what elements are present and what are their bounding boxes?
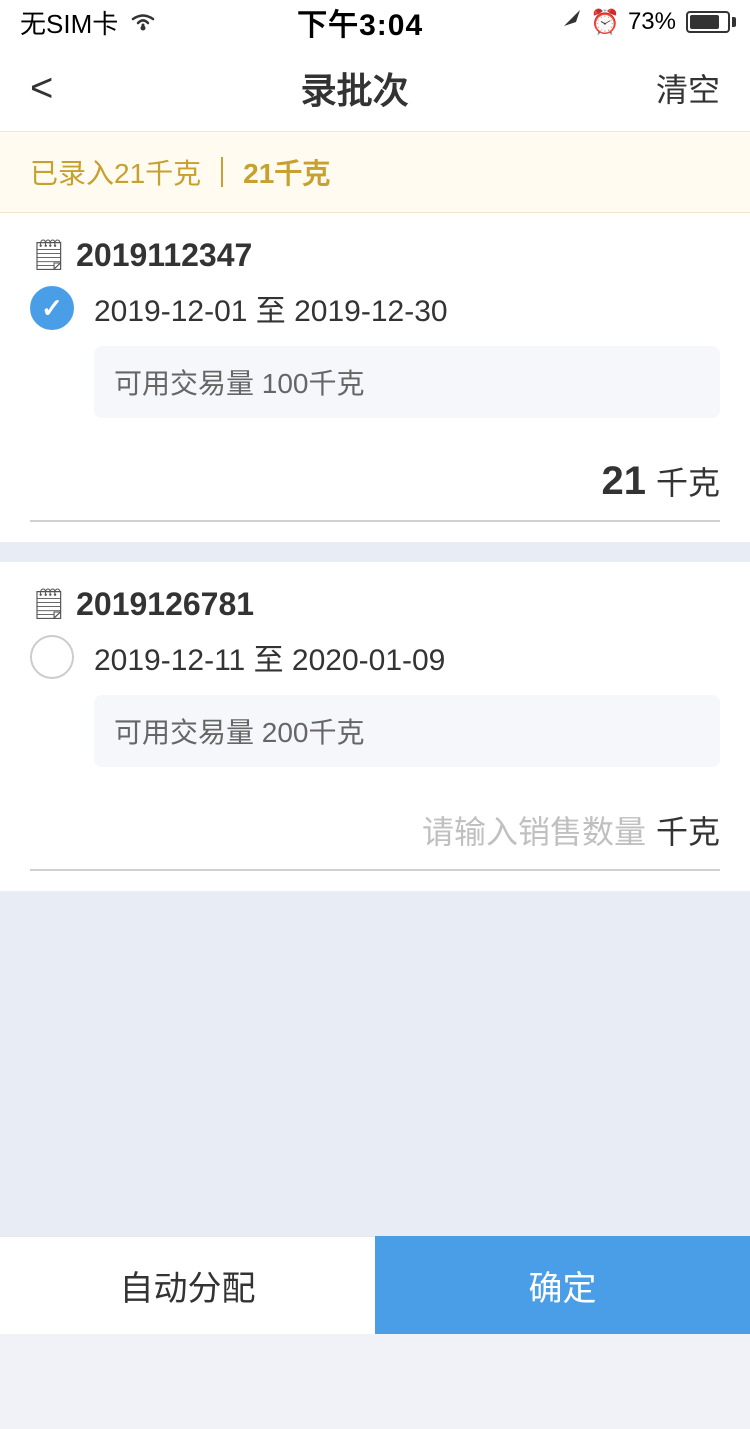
- recorded-value: 21千克: [243, 152, 330, 192]
- batch-date-row-2: 2019-12-11 至 2020-01-09: [30, 635, 720, 679]
- section-separator: [0, 542, 750, 562]
- batch-card-1: 🗒 2019112347 2019-12-01 至 2019-12-30 可用交…: [0, 213, 750, 542]
- nav-bar: < 录批次 清空: [0, 44, 750, 132]
- clear-button[interactable]: 清空: [656, 65, 720, 111]
- page-title: 录批次: [301, 62, 409, 114]
- input-placeholder-2: 请输入销售数量: [422, 807, 646, 853]
- battery-icon: [686, 11, 730, 33]
- batch-header-2: 🗒 2019126781: [30, 586, 720, 623]
- auto-distribute-button[interactable]: 自动分配: [0, 1236, 375, 1334]
- battery-percent: 73%: [628, 8, 676, 36]
- location-icon: [562, 8, 582, 37]
- batch-card-2: 🗒 2019126781 2019-12-11 至 2020-01-09 可用交…: [0, 562, 750, 891]
- confirm-button[interactable]: 确定: [375, 1236, 750, 1334]
- alarm-icon: ⏰: [590, 8, 620, 37]
- amount-unit-1: 千克: [656, 458, 720, 504]
- available-row-2: 可用交易量 200千克: [94, 695, 720, 767]
- bottom-bar: 自动分配 确定: [0, 1236, 750, 1334]
- status-time: 下午3:04: [297, 0, 423, 44]
- status-left: 无SIM卡: [20, 4, 158, 41]
- status-right: ⏰ 73%: [562, 8, 730, 37]
- status-bar: 无SIM卡 下午3:04 ⏰ 73%: [0, 0, 750, 44]
- batch-item-2[interactable]: 🗒 2019126781 2019-12-11 至 2020-01-09 可用交…: [0, 562, 750, 767]
- wifi-icon: [128, 7, 158, 38]
- batch-id-1: 2019112347: [76, 237, 252, 274]
- radio-2[interactable]: [30, 635, 74, 679]
- batch-date-1: 2019-12-01 至 2019-12-30: [94, 286, 448, 330]
- batch-header-1: 🗒 2019112347: [30, 237, 720, 274]
- batch-date-2: 2019-12-11 至 2020-01-09: [94, 635, 445, 679]
- radio-1[interactable]: [30, 286, 74, 330]
- amount-value-1: 21: [601, 459, 646, 504]
- batch-icon-1: 🗒: [30, 238, 68, 273]
- info-divider: [221, 157, 223, 187]
- bottom-spacer: [0, 1331, 750, 1429]
- available-row-1: 可用交易量 100千克: [94, 346, 720, 418]
- input-unit-2: 千克: [656, 807, 720, 853]
- recorded-label: 已录入21千克: [30, 152, 201, 192]
- batch-icon-2: 🗒: [30, 587, 68, 622]
- back-button[interactable]: <: [30, 68, 53, 108]
- batch-id-2: 2019126781: [76, 586, 254, 623]
- batch-date-row-1: 2019-12-01 至 2019-12-30: [30, 286, 720, 330]
- info-banner: 已录入21千克 21千克: [0, 132, 750, 213]
- carrier-text: 无SIM卡: [20, 4, 118, 41]
- batch-item-1[interactable]: 🗒 2019112347 2019-12-01 至 2019-12-30 可用交…: [0, 213, 750, 418]
- input-row-2: 请输入销售数量 千克: [0, 791, 750, 869]
- amount-row-1: 21 千克: [0, 442, 750, 520]
